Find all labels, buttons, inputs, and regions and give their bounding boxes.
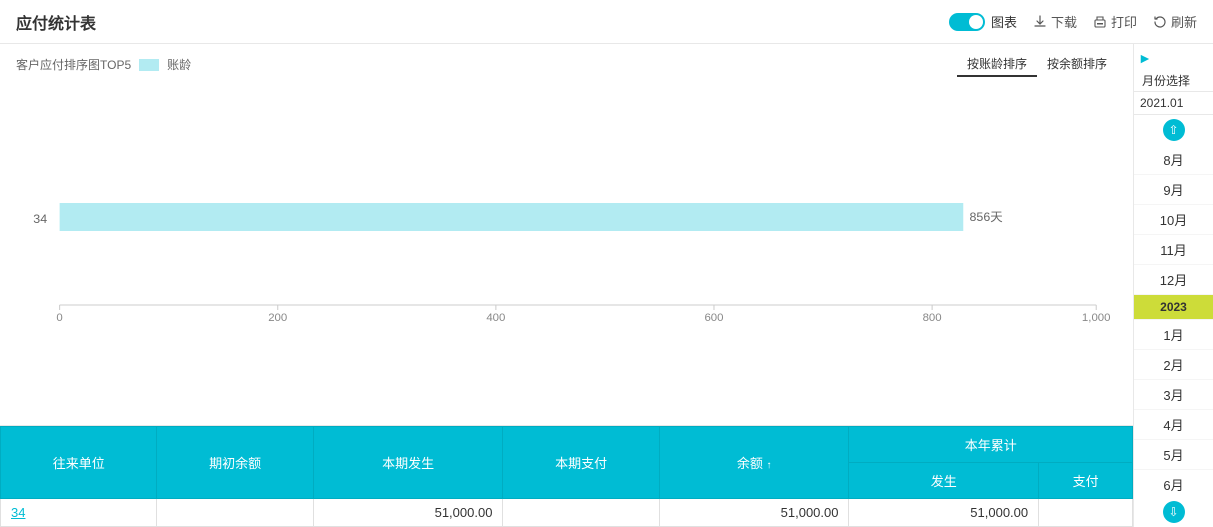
svg-text:800: 800 xyxy=(923,312,942,324)
right-sidebar: ► 月份选择 ⇧ 8月 9月 10月 11月 12月 2023 1月 2月 3月… xyxy=(1133,44,1213,527)
sort-buttons: 按账龄排序 按余额排序 xyxy=(957,52,1117,77)
month-item-dec[interactable]: 12月 xyxy=(1134,265,1213,295)
year-input[interactable] xyxy=(1134,92,1213,115)
th-company: 往来单位 xyxy=(1,427,157,499)
svg-text:0: 0 xyxy=(56,312,62,324)
th-period-occur: 本期发生 xyxy=(313,427,503,499)
download-button[interactable]: 下载 xyxy=(1033,12,1077,31)
ytd-occur-cell: 51,000.00 xyxy=(849,499,1039,527)
month-item-may[interactable]: 5月 xyxy=(1134,440,1213,470)
period-pay-cell xyxy=(503,499,659,527)
chart-toggle-wrap[interactable]: 图表 xyxy=(949,12,1017,31)
refresh-label: 刷新 xyxy=(1171,12,1197,31)
month-item-sep[interactable]: 9月 xyxy=(1134,175,1213,205)
th-ytd-occur: 发生 xyxy=(849,463,1039,499)
chart-label: 图表 xyxy=(991,12,1017,31)
month-item-oct[interactable]: 10月 xyxy=(1134,205,1213,235)
sidebar-nav-down: ⇩ xyxy=(1134,497,1213,527)
balance-sort-icon: ↑ xyxy=(766,460,771,471)
data-table: 往来单位 期初余额 本期发生 本期支付 余额 ↑ 本年累计 发生 xyxy=(0,426,1133,527)
header-actions: 图表 下载 打印 刷新 xyxy=(949,12,1197,31)
sort-by-age-button[interactable]: 按账龄排序 xyxy=(957,52,1037,77)
month-item-nov[interactable]: 11月 xyxy=(1134,235,1213,265)
sidebar-title: 月份选择 xyxy=(1134,66,1213,92)
chart-legend: 客户应付排序图TOP5 账龄 xyxy=(16,56,191,73)
refresh-icon xyxy=(1153,15,1167,29)
sort-by-balance-button[interactable]: 按余额排序 xyxy=(1037,52,1117,77)
th-balance: 余额 ↑ xyxy=(659,427,849,499)
opening-balance-cell xyxy=(157,499,313,527)
print-button[interactable]: 打印 xyxy=(1093,12,1137,31)
bar-rect xyxy=(60,203,964,231)
th-opening-balance: 期初余额 xyxy=(157,427,313,499)
th-ytd-pay: 支付 xyxy=(1039,463,1133,499)
legend-box xyxy=(139,59,159,71)
month-down-button[interactable]: ⇩ xyxy=(1163,501,1185,523)
month-item-mar[interactable]: 3月 xyxy=(1134,380,1213,410)
year-marker-2023[interactable]: 2023 xyxy=(1134,295,1213,320)
refresh-button[interactable]: 刷新 xyxy=(1153,12,1197,31)
month-up-button[interactable]: ⇧ xyxy=(1163,119,1185,141)
month-item-jan[interactable]: 1月 xyxy=(1134,320,1213,350)
month-item-jun[interactable]: 6月 xyxy=(1134,470,1213,497)
svg-text:200: 200 xyxy=(268,312,287,324)
table-section: 往来单位 期初余额 本期发生 本期支付 余额 ↑ 本年累计 发生 xyxy=(0,425,1133,527)
chart-wrapper: 34 856天 0 200 400 600 800 1,000 xyxy=(0,85,1133,425)
period-occur-cell: 51,000.00 xyxy=(313,499,503,527)
legend-label: 账龄 xyxy=(167,56,191,73)
svg-text:856天: 856天 xyxy=(970,210,1003,224)
svg-text:1,000: 1,000 xyxy=(1082,312,1111,324)
svg-text:34: 34 xyxy=(33,212,47,226)
balance-cell: 51,000.00 xyxy=(659,499,849,527)
month-item-apr[interactable]: 4月 xyxy=(1134,410,1213,440)
svg-text:400: 400 xyxy=(486,312,505,324)
download-label: 下载 xyxy=(1051,12,1077,31)
th-ytd-group: 本年累计 xyxy=(849,427,1133,463)
download-icon xyxy=(1033,15,1047,29)
ytd-pay-cell xyxy=(1039,499,1133,527)
month-item-aug[interactable]: 8月 xyxy=(1134,145,1213,175)
svg-text:600: 600 xyxy=(704,312,723,324)
month-list: 8月 9月 10月 11月 12月 2023 1月 2月 3月 4月 5月 6月… xyxy=(1134,145,1213,497)
print-icon xyxy=(1093,15,1107,29)
chart-title: 客户应付排序图TOP5 xyxy=(16,56,131,73)
table-row: 34 51,000.00 51,000.00 51,000.00 xyxy=(1,499,1133,527)
sidebar-collapse-icon[interactable]: ► xyxy=(1138,50,1152,66)
company-cell[interactable]: 34 xyxy=(1,499,157,527)
print-label: 打印 xyxy=(1111,12,1137,31)
page-title: 应付统计表 xyxy=(16,10,96,34)
sidebar-nav-up: ⇧ xyxy=(1134,115,1213,145)
chart-toggle[interactable] xyxy=(949,13,985,31)
month-item-feb[interactable]: 2月 xyxy=(1134,350,1213,380)
th-period-pay: 本期支付 xyxy=(503,427,659,499)
bar-chart: 34 856天 0 200 400 600 800 1,000 xyxy=(16,85,1117,345)
